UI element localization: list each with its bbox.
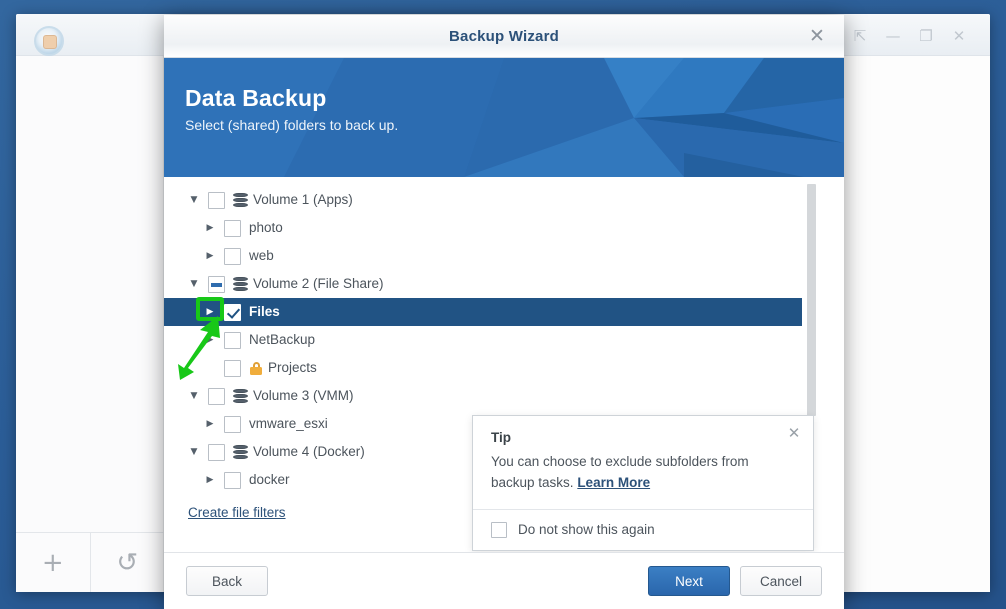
- dialog-hero-banner: Data Backup Select (shared) folders to b…: [164, 58, 844, 177]
- lock-icon: [249, 361, 263, 375]
- next-button[interactable]: Next: [648, 566, 730, 596]
- tree-row[interactable]: ▼ Volume 3 (VMM): [164, 382, 844, 410]
- tree-row-label: Volume 1 (Apps): [253, 192, 353, 208]
- chevron-down-icon[interactable]: ▼: [186, 382, 202, 410]
- twisty-glyph: ▶: [206, 474, 214, 485]
- backup-wizard-dialog: Backup Wizard ✕ Data Backup Select (shar…: [164, 15, 844, 609]
- page-subtitle: Select (shared) folders to back up.: [185, 117, 399, 133]
- tip-body-text: You can choose to exclude subfolders fro…: [491, 452, 795, 494]
- tree-row-label: vmware_esxi: [249, 416, 328, 432]
- tip-popover: ✕ Tip You can choose to exclude subfolde…: [472, 415, 814, 551]
- twisty-glyph: ▼: [190, 446, 198, 457]
- tree-row[interactable]: ▶ Files: [164, 298, 802, 326]
- volume-icon: [233, 276, 248, 292]
- twisty-glyph: ▶: [206, 250, 214, 261]
- maximize-icon[interactable]: ❐: [917, 27, 935, 45]
- dialog-titlebar: Backup Wizard ✕: [164, 15, 844, 58]
- folder-checkbox[interactable]: [208, 387, 225, 405]
- tip-content: ✕ Tip You can choose to exclude subfolde…: [473, 416, 813, 509]
- volume-icon: [233, 444, 248, 460]
- dialog-body: ▼ Volume 1 (Apps) ▶ photo ▶ web ▼ Volume 2 (Fil…: [164, 177, 844, 552]
- chevron-right-icon[interactable]: ▶: [202, 298, 218, 326]
- hero-text-block: Data Backup Select (shared) folders to b…: [185, 85, 398, 133]
- twisty-glyph: ▼: [190, 390, 198, 401]
- tree-row-label: Projects: [268, 360, 317, 376]
- folder-checkbox[interactable]: [208, 443, 225, 461]
- back-button[interactable]: Back: [186, 566, 268, 596]
- twisty-placeholder: [202, 354, 218, 382]
- chevron-down-icon[interactable]: ▼: [186, 186, 202, 214]
- volume-icon: [233, 192, 248, 208]
- tree-scrollbar-thumb[interactable]: [807, 184, 816, 416]
- tree-row[interactable]: ▼ Volume 2 (File Share): [164, 270, 844, 298]
- create-file-filters-link[interactable]: Create file filters: [188, 505, 286, 520]
- volume-icon: [233, 388, 248, 404]
- tree-row[interactable]: ▼ Volume 1 (Apps): [164, 186, 844, 214]
- folder-checkbox[interactable]: [224, 471, 241, 489]
- tip-footer: Do not show this again: [473, 508, 813, 550]
- dialog-footer: Back Next Cancel: [164, 552, 844, 609]
- background-window-left-pane: + ↺: [16, 56, 164, 592]
- tree-row-label: Volume 3 (VMM): [253, 388, 354, 404]
- twisty-glyph: ▼: [190, 278, 198, 289]
- synology-app-icon: [34, 26, 64, 56]
- tree-row-label: Files: [249, 304, 280, 320]
- folder-checkbox[interactable]: [224, 219, 241, 237]
- tree-row-label: Volume 2 (File Share): [253, 276, 384, 292]
- twisty-glyph: ▶: [206, 418, 214, 429]
- tree-row[interactable]: ▶ photo: [164, 214, 844, 242]
- tree-row[interactable]: Projects: [164, 354, 844, 382]
- do-not-show-again-label: Do not show this again: [518, 522, 655, 538]
- tree-row-label: photo: [249, 220, 283, 236]
- twisty-glyph: ▶: [206, 334, 214, 345]
- chevron-down-icon[interactable]: ▼: [186, 438, 202, 466]
- tree-row-label: Volume 4 (Docker): [253, 444, 365, 460]
- chevron-right-icon[interactable]: ▶: [202, 326, 218, 354]
- close-icon[interactable]: ✕: [804, 23, 830, 49]
- tree-row-label: web: [249, 248, 274, 264]
- add-button[interactable]: +: [16, 533, 91, 592]
- pin-icon[interactable]: ⇱: [851, 27, 869, 45]
- folder-checkbox[interactable]: [224, 415, 241, 433]
- cancel-button[interactable]: Cancel: [740, 566, 822, 596]
- folder-checkbox[interactable]: [224, 303, 241, 321]
- chevron-right-icon[interactable]: ▶: [202, 466, 218, 494]
- learn-more-link[interactable]: Learn More: [577, 475, 650, 490]
- folder-checkbox[interactable]: [208, 191, 225, 209]
- do-not-show-again-checkbox[interactable]: [491, 521, 507, 538]
- tree-row-label: NetBackup: [249, 332, 316, 348]
- twisty-glyph: ▼: [190, 194, 198, 205]
- history-button[interactable]: ↺: [91, 533, 165, 592]
- tree-row[interactable]: ▶ NetBackup: [164, 326, 844, 354]
- background-window-bottom-toolbar: + ↺: [16, 532, 164, 592]
- tip-heading: Tip: [491, 430, 511, 445]
- twisty-glyph: ▶: [206, 306, 214, 317]
- dialog-title: Backup Wizard: [449, 27, 559, 45]
- chevron-right-icon[interactable]: ▶: [202, 410, 218, 438]
- close-icon[interactable]: ✕: [950, 27, 968, 45]
- folder-checkbox[interactable]: [224, 359, 241, 377]
- tree-row[interactable]: ▶ web: [164, 242, 844, 270]
- tree-row-label: docker: [249, 472, 290, 488]
- chevron-down-icon[interactable]: ▼: [186, 270, 202, 298]
- chevron-right-icon[interactable]: ▶: [202, 242, 218, 270]
- folder-checkbox[interactable]: [224, 247, 241, 265]
- folder-checkbox[interactable]: [208, 275, 225, 293]
- minimize-icon[interactable]: —: [884, 27, 902, 45]
- page-title: Data Backup: [185, 85, 327, 111]
- twisty-glyph: ▶: [206, 222, 214, 233]
- folder-checkbox[interactable]: [224, 331, 241, 349]
- close-icon[interactable]: ✕: [784, 423, 804, 443]
- chevron-right-icon[interactable]: ▶: [202, 214, 218, 242]
